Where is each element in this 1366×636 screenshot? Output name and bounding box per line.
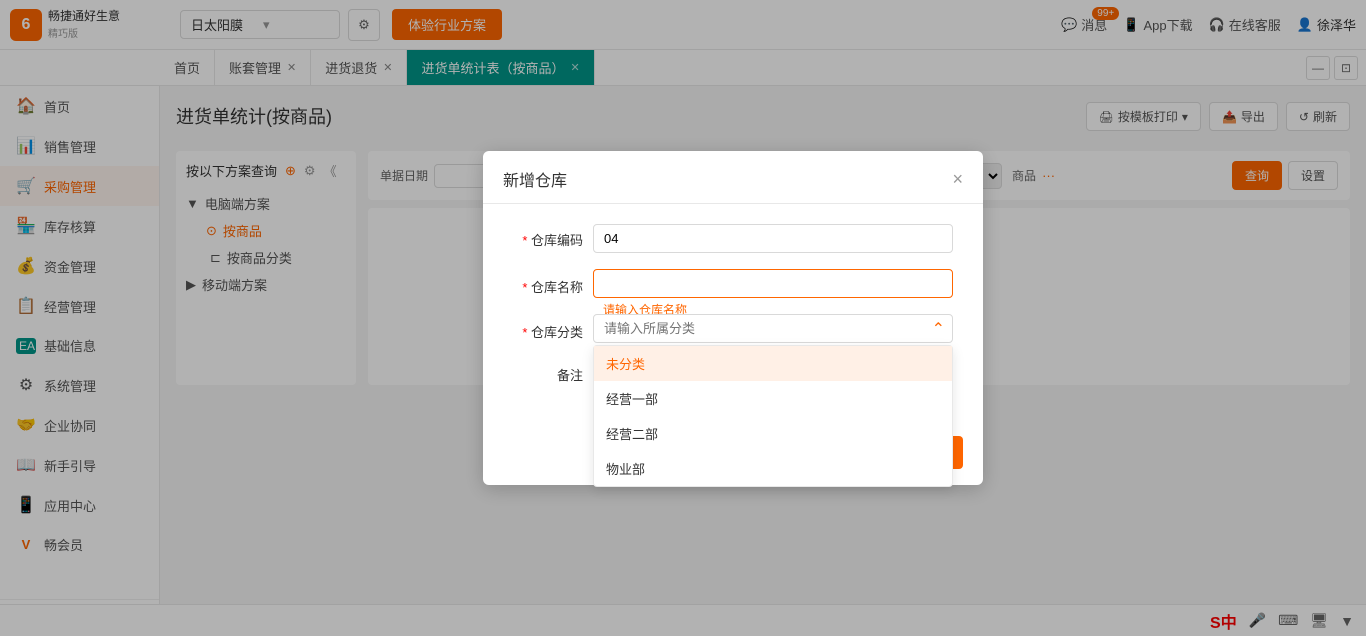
form-row-category: 仓库分类 ⌃ 未分类 经营一部 经营二部 物业部 [513,314,953,343]
dropdown-item-uncategorized[interactable]: 未分类 [594,346,952,381]
modal-title: 新增仓库 [503,167,567,191]
name-input[interactable] [593,269,953,298]
category-input[interactable] [593,314,953,343]
dropdown-item-dept2[interactable]: 经营二部 [594,416,952,451]
modal-header: 新增仓库 × [483,151,983,204]
form-row-code: 仓库编码 [513,224,953,253]
dropdown-item-dept1[interactable]: 经营一部 [594,381,952,416]
form-row-name: 仓库名称 请输入仓库名称 [513,269,953,298]
category-dropdown-wrapper: ⌃ 未分类 经营一部 经营二部 物业部 [593,314,953,343]
name-label: 仓库名称 [513,271,593,296]
category-dropdown-list: 未分类 经营一部 经营二部 物业部 [593,345,953,487]
code-label: 仓库编码 [513,224,593,249]
category-label: 仓库分类 [513,316,593,341]
dropdown-arrow-icon[interactable]: ⌃ [932,319,945,339]
modal-body: 仓库编码 仓库名称 请输入仓库名称 仓库分类 ⌃ 未分类 经营一部 [483,204,983,424]
new-warehouse-modal: 新增仓库 × 仓库编码 仓库名称 请输入仓库名称 仓库分类 ⌃ [483,151,983,485]
dropdown-item-property[interactable]: 物业部 [594,451,952,486]
code-input[interactable] [593,224,953,253]
modal-close-button[interactable]: × [952,169,963,190]
note-label: 备注 [513,359,593,384]
